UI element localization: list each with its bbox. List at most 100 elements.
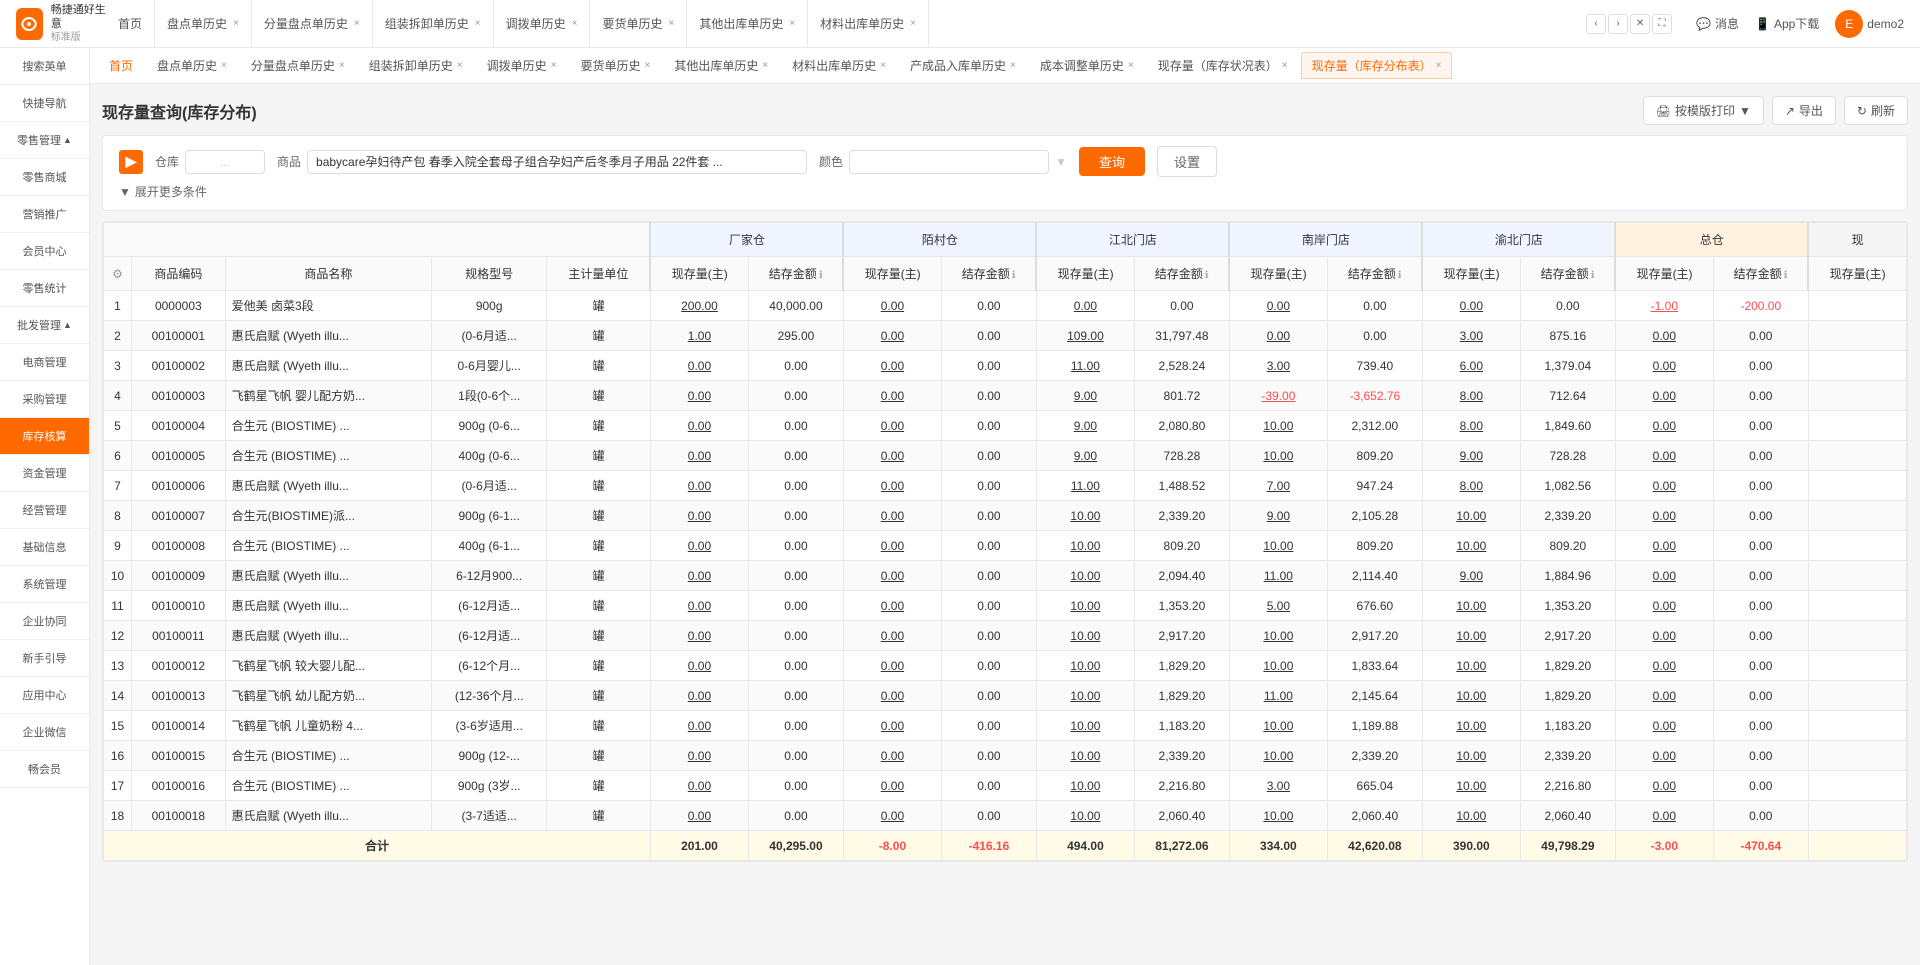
export-icon: ↗ <box>1785 104 1795 118</box>
nav-tab-close-10[interactable]: × <box>1282 60 1288 71</box>
sidebar-item-9[interactable]: 采购管理 <box>0 381 89 418</box>
table-row: 500100004合生元 (BIOSTIME) ...900g (0-6...罐… <box>104 411 1907 441</box>
table-row: 600100005合生元 (BIOSTIME) ...400g (0-6...罐… <box>104 441 1907 471</box>
th-unit: 主计量单位 <box>547 257 651 291</box>
nav-tab-label-8: 产成品入库单历史 <box>910 57 1006 74</box>
table-container: 厂家仓 陌村仓 江北门店 南岸门店 渝北门店 总仓 现 ⚙ 商品编码 商品名称 … <box>102 221 1908 862</box>
col-group-jb: 江北门店 <box>1036 223 1229 257</box>
top-tab-close-7[interactable]: × <box>910 18 916 29</box>
top-tab-0[interactable]: 首页 <box>106 0 155 47</box>
sidebar-item-2[interactable]: 零售管理 ▲ <box>0 122 89 159</box>
sidebar-item-15[interactable]: 企业协同 <box>0 603 89 640</box>
top-tab-7[interactable]: 材料出库单历史× <box>808 0 929 47</box>
message-btn[interactable]: 💬 消息 <box>1696 15 1739 32</box>
top-tab-close-5[interactable]: × <box>668 18 674 29</box>
sidebar-item-16[interactable]: 新手引导 <box>0 640 89 677</box>
tab-close-btn[interactable]: ✕ <box>1630 14 1650 34</box>
search-btn[interactable]: 查询 <box>1079 147 1145 176</box>
sidebar-item-1[interactable]: 快捷导航 <box>0 85 89 122</box>
nav-tab-6[interactable]: 其他出库单历史 × <box>663 52 779 79</box>
sidebar-item-8[interactable]: 电商管理 <box>0 344 89 381</box>
product-filter: 商品 <box>277 150 807 174</box>
product-input[interactable] <box>307 150 807 174</box>
th-total-amt: 结存金额ℹ <box>1713 257 1808 291</box>
sidebar-item-10[interactable]: 库存核算 <box>0 418 89 455</box>
nav-tab-close-3[interactable]: × <box>457 60 463 71</box>
top-tab-close-4[interactable]: × <box>572 18 578 29</box>
nav-tab-close-7[interactable]: × <box>880 60 886 71</box>
nav-tab-10[interactable]: 现存量（库存状况表） × <box>1147 52 1299 79</box>
sidebar-item-7[interactable]: 批发管理 ▲ <box>0 307 89 344</box>
sidebar-item-13[interactable]: 基础信息 <box>0 529 89 566</box>
sidebar-item-19[interactable]: 畅会员 <box>0 751 89 788</box>
sidebar-item-5[interactable]: 会员中心 <box>0 233 89 270</box>
th-yb-amt: 结存金额ℹ <box>1520 257 1615 291</box>
nav-tab-9[interactable]: 成本调整单历史 × <box>1029 52 1145 79</box>
nav-tab-close-4[interactable]: × <box>551 60 557 71</box>
user-menu-btn[interactable]: E demo2 <box>1835 10 1904 38</box>
col-group-total: 总仓 <box>1615 223 1808 257</box>
top-tab-1[interactable]: 盘点单历史× <box>155 0 252 47</box>
color-input[interactable] <box>849 150 1049 174</box>
print-btn[interactable]: 🖨 按模版打印 ▼ <box>1643 96 1764 125</box>
sidebar-item-3[interactable]: 零售商城 <box>0 159 89 196</box>
nav-tab-close-11[interactable]: × <box>1436 60 1442 71</box>
table-row: 200100001惠氏启赋 (Wyeth illu...(0-6月适...罐1.… <box>104 321 1907 351</box>
nav-tab-close-1[interactable]: × <box>221 60 227 71</box>
top-tab-5[interactable]: 要货单历史× <box>590 0 687 47</box>
filter-expand-btn[interactable]: ▶ <box>119 150 143 174</box>
col-group-na: 南岸门店 <box>1229 223 1422 257</box>
nav-tab-3[interactable]: 组装拆卸单历史 × <box>358 52 474 79</box>
summary-row: 合计201.0040,295.00-8.00-416.16494.0081,27… <box>104 831 1907 861</box>
nav-tab-4[interactable]: 调拨单历史 × <box>476 52 568 79</box>
nav-tab-close-5[interactable]: × <box>644 60 650 71</box>
nav-tab-0[interactable]: 首页 <box>98 52 144 79</box>
nav-tab-5[interactable]: 要货单历史 × <box>569 52 661 79</box>
nav-tab-label-11: 现存量（库存分布表） <box>1312 57 1432 74</box>
filter-area: ▶ 仓库 商品 颜色 ▼ 查询 设置 <box>102 135 1908 211</box>
page-title: 现存量查询(库存分布) <box>102 99 257 123</box>
nav-tab-11[interactable]: 现存量（库存分布表） × <box>1301 52 1453 79</box>
nav-tab-close-9[interactable]: × <box>1128 60 1134 71</box>
top-right-actions: 💬 消息 📱 App下载 E demo2 <box>1680 10 1904 38</box>
th-na-amt: 结存金额ℹ <box>1327 257 1422 291</box>
sidebar-item-4[interactable]: 营销推广 <box>0 196 89 233</box>
nav-tab-label-0: 首页 <box>109 57 133 74</box>
top-tab-close-2[interactable]: × <box>354 18 360 29</box>
top-tab-6[interactable]: 其他出库单历史× <box>687 0 808 47</box>
th-fac-qty: 现存量(主) <box>650 257 748 291</box>
message-icon: 💬 <box>1696 17 1711 31</box>
top-tab-4[interactable]: 调拨单历史× <box>494 0 591 47</box>
nav-tab-1[interactable]: 盘点单历史 × <box>146 52 238 79</box>
sidebar-item-0[interactable]: 搜索英单 <box>0 48 89 85</box>
th-total-qty: 现存量(主) <box>1615 257 1713 291</box>
product-label: 商品 <box>277 153 301 170</box>
nav-tab-close-6[interactable]: × <box>762 60 768 71</box>
tab-prev-btn[interactable]: ‹ <box>1586 14 1606 34</box>
top-tab-3[interactable]: 组装拆卸单历史× <box>373 0 494 47</box>
top-tab-close-1[interactable]: × <box>233 18 239 29</box>
app-download-btn[interactable]: 📱 App下载 <box>1755 15 1819 32</box>
top-tab-2[interactable]: 分量盘点单历史× <box>252 0 373 47</box>
refresh-btn[interactable]: ↻ 刷新 <box>1844 96 1908 125</box>
sidebar-item-14[interactable]: 系统管理 <box>0 566 89 603</box>
nav-tab-8[interactable]: 产成品入库单历史 × <box>899 52 1027 79</box>
sidebar-item-17[interactable]: 应用中心 <box>0 677 89 714</box>
expand-more-btn[interactable]: ▼ 展开更多条件 <box>119 183 1891 200</box>
top-tab-close-6[interactable]: × <box>789 18 795 29</box>
setting-btn[interactable]: 设置 <box>1157 146 1217 177</box>
sidebar-item-18[interactable]: 企业微信 <box>0 714 89 751</box>
nav-tab-7[interactable]: 材料出库单历史 × <box>781 52 897 79</box>
tab-fullscreen-btn[interactable]: ⛶ <box>1652 14 1672 34</box>
warehouse-input[interactable] <box>185 150 265 174</box>
sidebar-item-6[interactable]: 零售统计 <box>0 270 89 307</box>
nav-tab-close-8[interactable]: × <box>1010 60 1016 71</box>
refresh-icon: ↻ <box>1857 104 1867 118</box>
tab-next-btn[interactable]: › <box>1608 14 1628 34</box>
sidebar-item-12[interactable]: 经营管理 <box>0 492 89 529</box>
nav-tab-close-2[interactable]: × <box>339 60 345 71</box>
export-btn[interactable]: ↗ 导出 <box>1772 96 1836 125</box>
sidebar-item-11[interactable]: 资金管理 <box>0 455 89 492</box>
top-tab-close-3[interactable]: × <box>475 18 481 29</box>
nav-tab-2[interactable]: 分量盘点单历史 × <box>240 52 356 79</box>
